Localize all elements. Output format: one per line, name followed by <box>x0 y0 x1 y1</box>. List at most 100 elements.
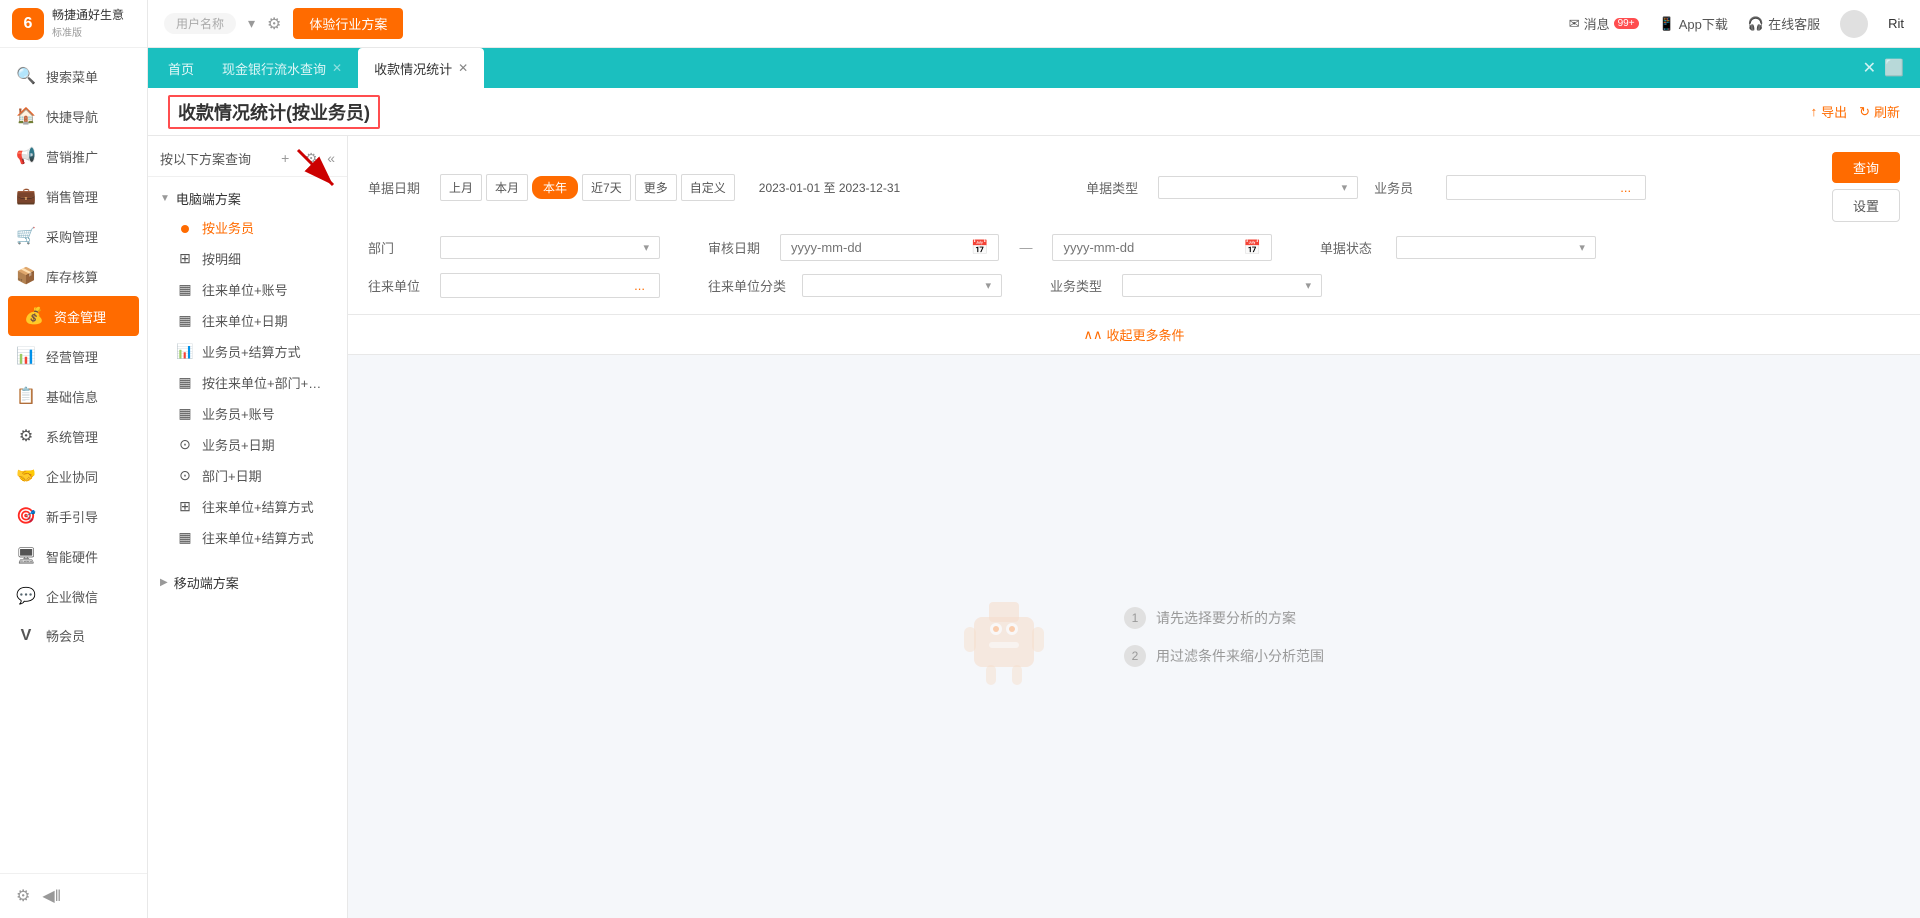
settings-button[interactable]: 设置 <box>1832 189 1900 222</box>
salesman-more-btn[interactable]: ... <box>1620 180 1631 195</box>
partner-select[interactable]: ... <box>440 273 660 298</box>
scheme-item-partner-settle2[interactable]: ▦ 往来单位+结算方式 <box>148 522 347 553</box>
partner-category-select[interactable]: ▾ <box>802 274 1002 297</box>
scheme-item-detail[interactable]: ⊞ 按明细 <box>148 243 347 274</box>
scheme-item-salesman-account[interactable]: ▦ 业务员+账号 <box>148 398 347 429</box>
export-button[interactable]: ↑ 导出 <box>1811 102 1848 121</box>
empty-step-1: 1 请先选择要分析的方案 <box>1124 607 1324 629</box>
circle-icon-1: ⊙ <box>176 436 194 453</box>
business-type-select[interactable]: ▾ <box>1122 274 1322 297</box>
salesman-label: 业务员 <box>1374 178 1430 197</box>
dept-select[interactable]: ▾ <box>440 236 660 259</box>
doc-status-select[interactable]: ▾ <box>1396 236 1596 259</box>
header-settings-icon[interactable]: ⚙ <box>267 14 281 34</box>
scheme-item-salesman-settlement[interactable]: 📊 业务员+结算方式 <box>148 336 347 367</box>
sidebar-item-search[interactable]: 🔍 搜索菜单 <box>0 56 147 96</box>
message-action[interactable]: ✉ 消息 99+ <box>1569 14 1639 33</box>
calendar-icon-to[interactable]: 📅 <box>1243 239 1260 256</box>
tab-bank-flow[interactable]: 现金银行流水查询 ✕ <box>206 48 358 88</box>
sidebar-item-base-info[interactable]: 📋 基础信息 <box>0 376 147 416</box>
sidebar-item-inventory[interactable]: 📦 库存核算 <box>0 256 147 296</box>
sidebar-item-enterprise[interactable]: 🤝 企业协同 <box>0 456 147 496</box>
scheme-item-dept-date[interactable]: ⊙ 部门+日期 <box>148 460 347 491</box>
scheme-item-partner-account[interactable]: ▦ 往来单位+账号 <box>148 274 347 305</box>
page-actions: ↑ 导出 ↻ 刷新 <box>1811 102 1900 121</box>
footer-settings-icon[interactable]: ⚙ <box>16 886 30 906</box>
date-btn-more[interactable]: 更多 <box>635 174 677 201</box>
sidebar-item-quick-nav[interactable]: 🏠 快捷导航 <box>0 96 147 136</box>
date-btn-this-year[interactable]: 本年 <box>532 176 578 199</box>
partner-more-btn[interactable]: ... <box>634 278 645 293</box>
vip-icon: V <box>16 627 36 645</box>
date-btn-custom[interactable]: 自定义 <box>681 174 735 201</box>
review-date-label: 审核日期 <box>708 238 764 257</box>
date-btn-7days[interactable]: 近7天 <box>582 174 631 201</box>
chart-icon: 📊 <box>176 343 194 360</box>
doc-type-select[interactable]: ▾ <box>1158 176 1358 199</box>
salesman-select[interactable]: ... <box>1446 175 1646 200</box>
scheme-settings-button[interactable]: ⚙ <box>301 148 321 168</box>
tab-receipt-stats[interactable]: 收款情况统计 ✕ <box>358 48 484 88</box>
trial-button[interactable]: 体验行业方案 <box>293 8 403 39</box>
sidebar-item-guide[interactable]: 🎯 新手引导 <box>0 496 147 536</box>
sidebar-item-system[interactable]: ⚙ 系统管理 <box>0 416 147 456</box>
header-left: 用户名称 ▾ ⚙ 体验行业方案 <box>164 8 403 39</box>
filter-panel: 单据日期 上月 本月 本年 近7天 更多 自定义 2023-01-01 至 20… <box>348 136 1920 918</box>
inventory-icon: 📦 <box>16 266 36 286</box>
marketing-icon: 📢 <box>16 146 36 166</box>
tab-close-receipt[interactable]: ✕ <box>458 61 468 75</box>
tab-home[interactable]: 首页 <box>156 59 206 78</box>
tab-close-all-icon[interactable]: ✕ <box>1863 58 1876 78</box>
refresh-button[interactable]: ↻ 刷新 <box>1859 102 1900 121</box>
tab-actions: ✕ ⬜ <box>1855 58 1912 78</box>
sidebar-item-sales[interactable]: 💼 销售管理 <box>0 176 147 216</box>
scheme-header: 按以下方案查询 + ⚙ « <box>148 136 347 177</box>
system-icon: ⚙ <box>16 426 36 446</box>
scheme-item-partner-date[interactable]: ▦ 往来单位+日期 <box>148 305 347 336</box>
calendar-icon-from[interactable]: 📅 <box>971 239 988 256</box>
sidebar-item-finance[interactable]: 💰 资金管理 <box>8 296 139 336</box>
header-right: ✉ 消息 99+ 📱 App下载 🎧 在线客服 Rit <box>1569 10 1904 38</box>
scheme-item-salesman[interactable]: 按业务员 <box>148 212 347 243</box>
group-collapsed-icon: ▶ <box>160 577 168 588</box>
sidebar-item-operations[interactable]: 📊 经营管理 <box>0 336 147 376</box>
step-num-2: 2 <box>1124 645 1146 667</box>
review-date-from-input[interactable] <box>791 240 967 255</box>
app-download-action[interactable]: 📱 App下载 <box>1659 14 1728 33</box>
scheme-item-partner-dept[interactable]: ▦ 按往来单位+部门+收... <box>148 367 347 398</box>
page-title: 收款情况统计(按业务员) <box>168 95 380 129</box>
table-icon-5: ▦ <box>176 529 194 546</box>
scheme-collapse-button[interactable]: « <box>327 150 335 166</box>
collapse-icon: ∧∧ <box>1083 327 1102 343</box>
review-date-to[interactable]: 📅 <box>1052 234 1271 261</box>
scheme-group-mobile-header[interactable]: ▶ 移动端方案 <box>148 569 347 596</box>
breadcrumb-user: 用户名称 <box>164 13 236 34</box>
sidebar-item-marketing[interactable]: 📢 营销推广 <box>0 136 147 176</box>
sidebar-item-purchase[interactable]: 🛒 采购管理 <box>0 216 147 256</box>
date-range-display: 2023-01-01 至 2023-12-31 <box>759 179 900 196</box>
empty-steps: 1 请先选择要分析的方案 2 用过滤条件来缩小分析范围 <box>1124 607 1324 667</box>
scheme-item-salesman-date[interactable]: ⊙ 业务员+日期 <box>148 429 347 460</box>
footer-collapse-icon[interactable]: ◀‖ <box>42 886 61 906</box>
main-content: 用户名称 ▾ ⚙ 体验行业方案 ✉ 消息 99+ 📱 App下载 🎧 在线客服 … <box>148 0 1920 918</box>
date-btn-this-month[interactable]: 本月 <box>486 174 528 201</box>
tab-maximize-icon[interactable]: ⬜ <box>1884 58 1904 78</box>
download-icon: 📱 <box>1659 16 1675 32</box>
header-dropdown-icon[interactable]: ▾ <box>248 15 255 32</box>
scheme-group-desktop-header[interactable]: ▼ 电脑端方案 <box>148 185 347 212</box>
sidebar-item-wechat[interactable]: 💬 企业微信 <box>0 576 147 616</box>
review-date-from[interactable]: 📅 <box>780 234 999 261</box>
query-button[interactable]: 查询 <box>1832 152 1900 183</box>
user-avatar[interactable] <box>1840 10 1868 38</box>
dept-label: 部门 <box>368 238 424 257</box>
collapse-bar[interactable]: ∧∧ 收起更多条件 <box>348 315 1920 355</box>
scheme-item-partner-settle1[interactable]: ⊞ 往来单位+结算方式 <box>148 491 347 522</box>
scheme-add-button[interactable]: + <box>275 148 295 168</box>
review-date-to-input[interactable] <box>1063 240 1239 255</box>
message-icon: ✉ <box>1569 16 1580 32</box>
date-btn-last-month[interactable]: 上月 <box>440 174 482 201</box>
online-service-action[interactable]: 🎧 在线客服 <box>1748 14 1820 33</box>
tab-close-bank[interactable]: ✕ <box>332 61 342 75</box>
sidebar-item-smart-hw[interactable]: 🖥 智能硬件 <box>0 536 147 576</box>
sidebar-item-vip[interactable]: V 畅会员 <box>0 616 147 655</box>
